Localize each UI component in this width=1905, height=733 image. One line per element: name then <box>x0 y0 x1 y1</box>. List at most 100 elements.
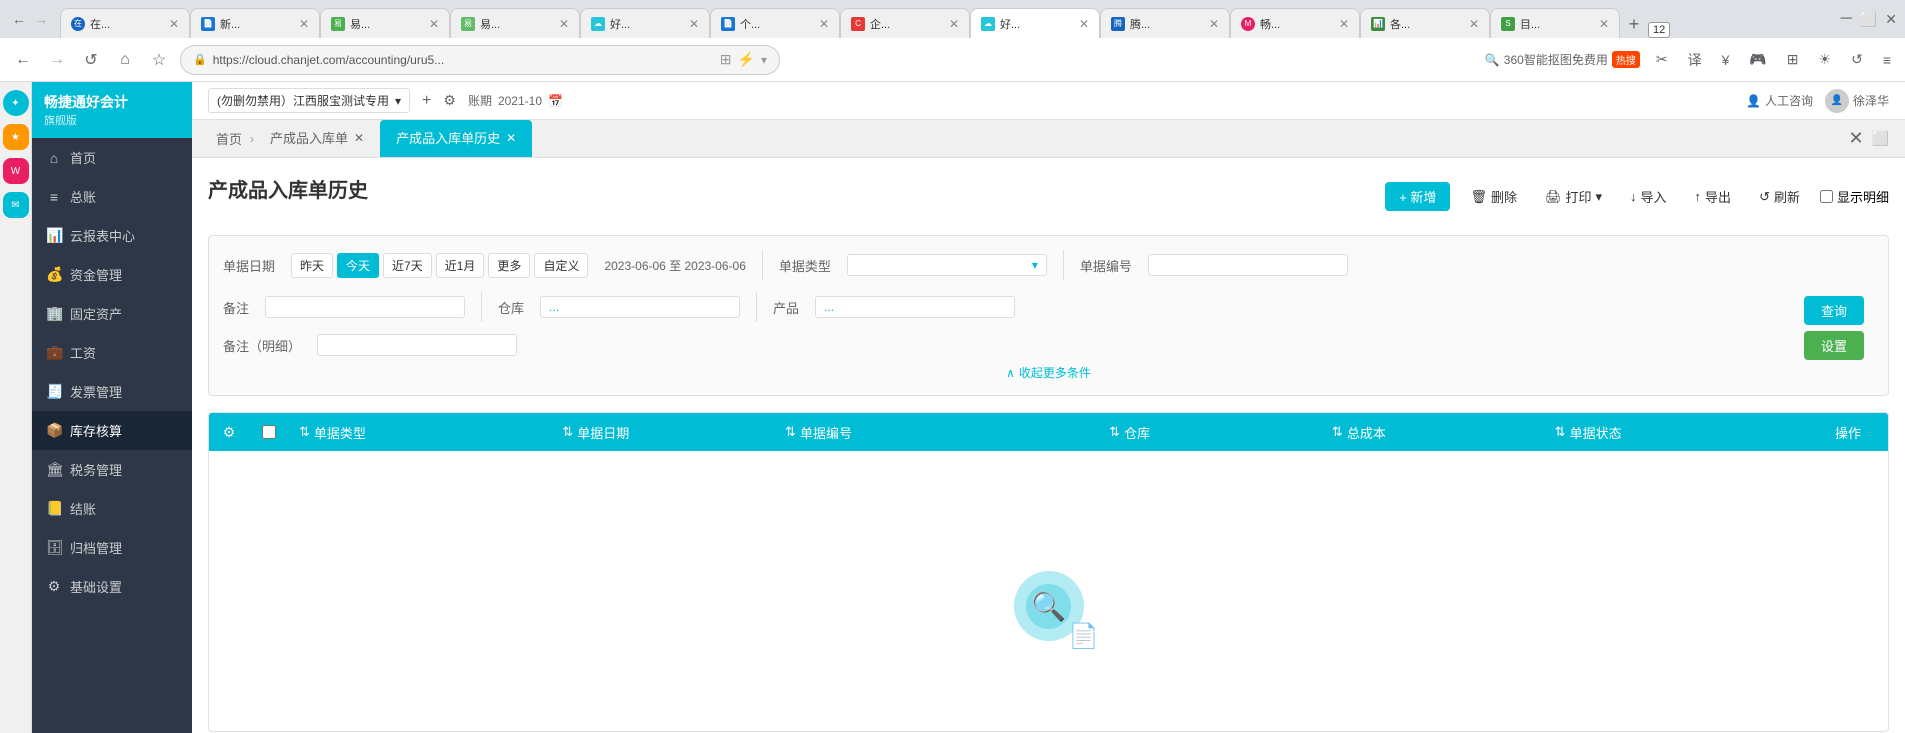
th-cost[interactable]: ⇅ 总成本 <box>1322 423 1545 442</box>
show-detail-checkbox[interactable] <box>1820 190 1833 203</box>
select-all-checkbox[interactable] <box>262 425 276 439</box>
tab-2[interactable]: 📄 新... ✕ <box>190 8 320 38</box>
tab-7-close[interactable]: ✕ <box>949 17 959 31</box>
date-btn-more[interactable]: 更多 <box>488 253 530 278</box>
warehouse-select[interactable]: ... <box>540 296 740 318</box>
th-settings[interactable]: ⚙ <box>209 424 249 441</box>
tab-10[interactable]: M 畅... ✕ <box>1230 8 1360 38</box>
date-btn-7days[interactable]: 近7天 <box>383 253 432 278</box>
show-detail-toggle[interactable]: 显示明细 <box>1820 187 1889 206</box>
browser-home-btn[interactable]: ⌂ <box>112 47 138 73</box>
export-btn[interactable]: ↑ 导出 <box>1687 183 1740 210</box>
sidebar-item-fixed-assets[interactable]: 🏢 固定资产 <box>32 294 192 333</box>
date-btn-custom[interactable]: 自定义 <box>534 253 588 278</box>
tab-count[interactable]: 12 <box>1648 22 1670 38</box>
sidebar-item-inventory[interactable]: 📦 库存核算 <box>32 411 192 450</box>
remarks-input[interactable] <box>265 296 465 318</box>
page-tab-list[interactable]: 产成品入库单 ✕ <box>254 120 380 157</box>
tab-2-close[interactable]: ✕ <box>299 17 309 31</box>
sidebar-item-salary[interactable]: 💼 工资 <box>32 333 192 372</box>
th-no[interactable]: ⇅ 单据编号 <box>775 423 1099 442</box>
minimize-btn[interactable]: ─ <box>1840 10 1851 28</box>
tab-1-close[interactable]: ✕ <box>169 17 179 31</box>
delete-btn[interactable]: 🗑 删除 <box>1462 183 1525 210</box>
sidebar-item-fund[interactable]: 💰 资金管理 <box>32 255 192 294</box>
scissors-icon[interactable]: ✂ <box>1652 51 1672 68</box>
tab-11-close[interactable]: ✕ <box>1469 17 1479 31</box>
browser-bookmark-btn[interactable]: ☆ <box>146 47 172 73</box>
tab-5[interactable]: ☁ 好... ✕ <box>580 8 710 38</box>
date-btn-1month[interactable]: 近1月 <box>436 253 485 278</box>
sidebar-item-cloud-report[interactable]: 📊 云报表中心 <box>32 216 192 255</box>
th-warehouse[interactable]: ⇅ 仓库 <box>1099 423 1322 442</box>
panel-expand-btn[interactable]: ⬜ <box>1872 130 1889 147</box>
th-status[interactable]: ⇅ 单据状态 <box>1545 423 1808 442</box>
grid2-icon[interactable]: ⊞ <box>1783 51 1803 68</box>
user-avatar[interactable]: 👤 徐泽华 <box>1825 89 1889 113</box>
breadcrumb-home[interactable]: 首页 <box>208 121 250 156</box>
brightness-icon[interactable]: ☀ <box>1815 51 1836 68</box>
browser-search[interactable]: 🔍 360智能抠图免费用 热搜 <box>1485 51 1640 68</box>
tab-5-close[interactable]: ✕ <box>689 17 699 31</box>
sidebar-item-home[interactable]: ⌂ 首页 <box>32 138 192 177</box>
detail-remarks-input[interactable] <box>317 334 517 356</box>
dropdown-arrow-icon[interactable]: ▾ <box>761 53 767 67</box>
product-select[interactable]: ... <box>815 296 1015 318</box>
collapse-btn[interactable]: ∧ 收起更多条件 <box>223 356 1874 381</box>
sidebar-item-invoice[interactable]: 🧾 发票管理 <box>32 372 192 411</box>
app-icon-3[interactable]: W <box>3 158 29 184</box>
sidebar-item-base-settings[interactable]: ⚙ 基础设置 <box>32 567 192 606</box>
add-company-btn[interactable]: + <box>422 92 431 110</box>
page-tab-list-close[interactable]: ✕ <box>354 131 364 145</box>
sidebar-item-ledger[interactable]: ≡ 总账 <box>32 177 192 216</box>
th-date[interactable]: ⇅ 单据日期 <box>552 423 775 442</box>
sidebar-item-archive[interactable]: 🗄 归档管理 <box>32 528 192 567</box>
tab-12-close[interactable]: ✕ <box>1599 17 1609 31</box>
import-btn[interactable]: ↓ 导入 <box>1622 183 1675 210</box>
company-selector[interactable]: (勿删勿禁用）江西服宝测试专用 ▾ <box>208 88 410 113</box>
maximize-btn[interactable]: ⬜ <box>1860 11 1877 28</box>
sidebar-item-tax[interactable]: 🏛 税务管理 <box>32 450 192 489</box>
browser-back-btn[interactable]: ← <box>10 47 36 73</box>
print-btn[interactable]: 🖨 打印 ▾ <box>1537 183 1610 210</box>
page-tab-history-close[interactable]: ✕ <box>506 131 516 145</box>
customer-service-btn[interactable]: 👤 人工咨询 <box>1746 92 1813 109</box>
currency-icon[interactable]: ¥ <box>1718 52 1734 68</box>
browser-forward-btn[interactable]: → <box>44 47 70 73</box>
voucher-no-input[interactable] <box>1148 254 1348 276</box>
tab-4[interactable]: 易 易... ✕ <box>450 8 580 38</box>
tab-1[interactable]: 在 在... ✕ <box>60 8 190 38</box>
app-icon-1[interactable]: ✦ <box>3 90 29 116</box>
tab-10-close[interactable]: ✕ <box>1339 17 1349 31</box>
refresh-btn[interactable]: ↺ 刷新 <box>1751 183 1808 210</box>
back-btn[interactable]: ← <box>10 10 28 28</box>
browser-reload-btn[interactable]: ↺ <box>78 47 104 73</box>
page-tab-history[interactable]: 产成品入库单历史 ✕ <box>380 120 532 157</box>
grid-icon[interactable]: ⊞ <box>720 51 732 68</box>
sidebar-item-checkout[interactable]: 📒 结账 <box>32 489 192 528</box>
settings-filter-btn[interactable]: 设置 <box>1804 331 1864 360</box>
calendar-icon[interactable]: 📅 <box>548 94 563 108</box>
refresh2-icon[interactable]: ↺ <box>1847 51 1867 68</box>
address-bar[interactable]: 🔒 https://cloud.chanjet.com/accounting/u… <box>180 45 780 75</box>
translate-icon[interactable]: 译 <box>1684 50 1706 70</box>
new-tab-btn[interactable]: + <box>1620 10 1648 38</box>
lightning-icon[interactable]: ⚡ <box>738 51 755 68</box>
settings2-icon[interactable]: ≡ <box>1879 52 1895 68</box>
tab-8-close[interactable]: ✕ <box>1079 17 1089 31</box>
date-btn-today[interactable]: 今天 <box>337 253 379 278</box>
tab-7[interactable]: C 企... ✕ <box>840 8 970 38</box>
add-btn[interactable]: + 新增 <box>1385 182 1450 211</box>
tab-3[interactable]: 易 易... ✕ <box>320 8 450 38</box>
game-icon[interactable]: 🎮 <box>1745 51 1770 68</box>
tab-3-close[interactable]: ✕ <box>429 17 439 31</box>
close-window-btn[interactable]: ✕ <box>1885 11 1897 28</box>
panel-close-btn[interactable]: ✕ <box>1848 128 1863 149</box>
tab-9-close[interactable]: ✕ <box>1209 17 1219 31</box>
tab-11[interactable]: 📊 各... ✕ <box>1360 8 1490 38</box>
th-type[interactable]: ⇅ 单据类型 <box>289 423 552 442</box>
tab-12[interactable]: S 目... ✕ <box>1490 8 1620 38</box>
app-icon-4[interactable]: ✉ <box>3 192 29 218</box>
app-icon-2[interactable]: ★ <box>3 124 29 150</box>
tab-9[interactable]: 腾 腾... ✕ <box>1100 8 1230 38</box>
